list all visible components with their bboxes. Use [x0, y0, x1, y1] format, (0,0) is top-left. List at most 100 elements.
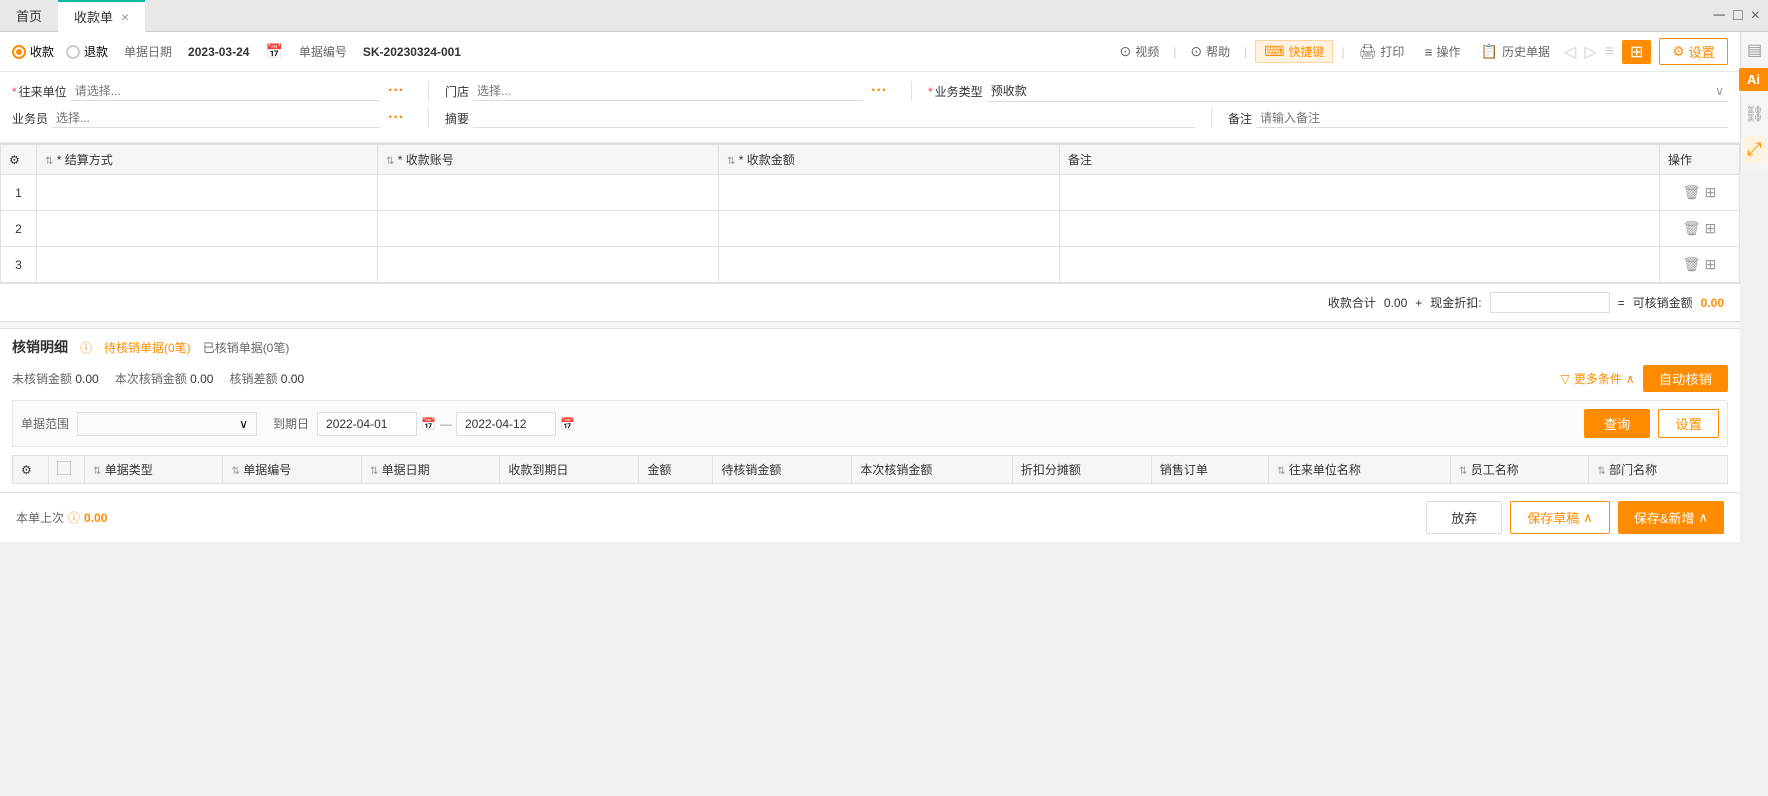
tab-active[interactable]: 收款单 ×	[58, 0, 145, 32]
right-panel-expand-icon[interactable]: ⤢	[1744, 136, 1764, 163]
verify-info-icon[interactable]: ⓘ	[80, 339, 92, 356]
bt-sort-dept-icon[interactable]: ⇅	[1597, 466, 1605, 477]
print-icon: 🖨	[1359, 43, 1377, 60]
abandon-button[interactable]: 放弃	[1426, 501, 1502, 534]
sort-settlement-icon[interactable]: ⇅	[45, 156, 53, 167]
staff-input[interactable]	[52, 109, 380, 128]
divider-3	[428, 108, 429, 128]
right-panel-link-icon[interactable]: ⛓	[1744, 104, 1764, 124]
stat-current: 本次核销金额 0.00	[115, 370, 214, 387]
receipt-table-area: ⚙ ⇅ * 结算方式 ⇅ * 收款账号 ⇅ * 收款金额	[0, 143, 1740, 283]
bt-settings-icon[interactable]: ⚙	[21, 463, 32, 477]
history-btn[interactable]: 📋 历史单据	[1475, 41, 1556, 62]
save-draft-button[interactable]: 保存草稿 ∧	[1510, 501, 1610, 534]
bt-th-counterparty: ⇅ 往来单位名称	[1269, 456, 1451, 484]
discount-input[interactable]	[1490, 292, 1610, 313]
sort-amount-icon[interactable]: ⇅	[727, 156, 735, 167]
help-btn[interactable]: ⊙ 帮助	[1184, 41, 1236, 62]
note-label: 备注	[1228, 110, 1256, 127]
maximize-btn[interactable]: □	[1733, 7, 1743, 25]
row-amount-1[interactable]	[719, 175, 1060, 211]
row-note-2[interactable]	[1060, 211, 1660, 247]
th-settings[interactable]: ⚙	[1, 145, 37, 175]
row-account-2[interactable]	[378, 211, 719, 247]
row-account-3[interactable]	[378, 247, 719, 283]
table-settings-icon[interactable]: ⚙	[9, 153, 20, 167]
operations-icon: ≡	[1424, 44, 1432, 60]
grid-btn[interactable]: ⊞	[1622, 40, 1651, 64]
print-btn[interactable]: 🖨 打印	[1353, 41, 1411, 62]
tab-done[interactable]: 已核销单据(0笔)	[203, 339, 290, 356]
copy-row-1-icon[interactable]: ⊞	[1705, 184, 1717, 201]
operations-btn[interactable]: ≡ 操作	[1418, 41, 1466, 62]
bt-sort-type-icon[interactable]: ⇅	[93, 466, 101, 477]
summary-input[interactable]	[473, 109, 1195, 128]
th-amount: ⇅ * 收款金额	[719, 145, 1060, 175]
bt-sort-number-icon[interactable]: ⇅	[231, 466, 239, 477]
number-label: 单据编号	[299, 43, 347, 60]
row-settlement-3[interactable]	[37, 247, 378, 283]
bt-th-type: ⇅ 单据类型	[85, 456, 223, 484]
row-note-1[interactable]	[1060, 175, 1660, 211]
summary-label: 摘要	[445, 110, 473, 127]
delete-row-1-icon[interactable]: 🗑	[1683, 184, 1701, 201]
staff-label: 业务员	[12, 110, 52, 127]
store-input[interactable]	[473, 82, 863, 101]
sum-label: 收款合计	[1328, 294, 1376, 311]
settings-small-button[interactable]: 设置	[1658, 409, 1719, 438]
row-settlement-2[interactable]	[37, 211, 378, 247]
delete-row-3-icon[interactable]: 🗑	[1683, 256, 1701, 273]
counterparty-more-icon[interactable]: ···	[388, 82, 404, 100]
business-type-label: 业务类型	[928, 83, 987, 100]
radio-receipt[interactable]: 收款	[12, 43, 54, 60]
save-new-button[interactable]: 保存&新增 ∧	[1618, 501, 1724, 534]
right-panel-icon-1[interactable]: ▤	[1747, 40, 1762, 60]
table-row: 1 🗑 ⊞	[1, 175, 1740, 211]
tab-home[interactable]: 首页	[0, 0, 58, 32]
copy-row-3-icon[interactable]: ⊞	[1705, 256, 1717, 273]
quickkey-btn[interactable]: ⌨ 快捷键	[1255, 40, 1333, 63]
minimize-btn[interactable]: ─	[1714, 7, 1725, 25]
date-to-input[interactable]	[456, 412, 556, 436]
row-note-3[interactable]	[1060, 247, 1660, 283]
row-ops-3: 🗑 ⊞	[1660, 247, 1740, 283]
staff-more-icon[interactable]: ···	[388, 109, 404, 127]
row-amount-3[interactable]	[719, 247, 1060, 283]
note-input[interactable]	[1256, 109, 1728, 128]
query-range-select[interactable]: ∨	[77, 412, 257, 436]
bottom-info-icon[interactable]: ⓘ	[68, 509, 80, 526]
calendar-icon[interactable]: 📅	[265, 43, 282, 60]
sort-account-icon[interactable]: ⇅	[386, 156, 394, 167]
row-num-3: 3	[1, 247, 37, 283]
select-all-checkbox[interactable]	[57, 461, 71, 475]
counterparty-input[interactable]	[71, 82, 380, 101]
delete-row-2-icon[interactable]: 🗑	[1683, 220, 1701, 237]
tab-pending[interactable]: 待核销单据(0笔)	[104, 339, 191, 356]
row-account-1[interactable]	[378, 175, 719, 211]
row-amount-2[interactable]	[719, 211, 1060, 247]
store-more-icon[interactable]: ···	[871, 82, 887, 100]
close-btn[interactable]: ×	[1751, 7, 1760, 25]
date-from-input[interactable]	[317, 412, 417, 436]
video-btn[interactable]: ⊙ 视频	[1113, 41, 1165, 62]
business-type-select[interactable]: 预收款 ∨	[987, 80, 1728, 102]
radio-refund[interactable]: 退款	[66, 43, 108, 60]
verify-amount-value: 0.00	[1701, 296, 1724, 310]
copy-row-2-icon[interactable]: ⊞	[1705, 220, 1717, 237]
bt-sort-staff-icon[interactable]: ⇅	[1459, 466, 1467, 477]
verify-title: 核销明细	[12, 337, 68, 357]
divider-2	[911, 81, 912, 101]
row-settlement-1[interactable]	[37, 175, 378, 211]
more-conditions-btn[interactable]: ▽ 更多条件 ∧	[1561, 370, 1635, 387]
bt-sort-date-icon[interactable]: ⇅	[370, 466, 378, 477]
bt-th-sales-order: 销售订单	[1151, 456, 1268, 484]
auto-verify-button[interactable]: 自动核销	[1643, 365, 1728, 392]
query-button[interactable]: 查询	[1584, 409, 1651, 438]
tab-close-icon[interactable]: ×	[121, 9, 129, 25]
settings-button[interactable]: ⚙ ⚙ 设置 设置	[1659, 38, 1728, 65]
bt-th-settings[interactable]: ⚙	[13, 456, 49, 484]
ai-label[interactable]: Ai	[1739, 68, 1768, 91]
business-type-arrow-icon: ∨	[1715, 84, 1724, 98]
bt-sort-cp-icon[interactable]: ⇅	[1277, 466, 1285, 477]
row-num-1: 1	[1, 175, 37, 211]
